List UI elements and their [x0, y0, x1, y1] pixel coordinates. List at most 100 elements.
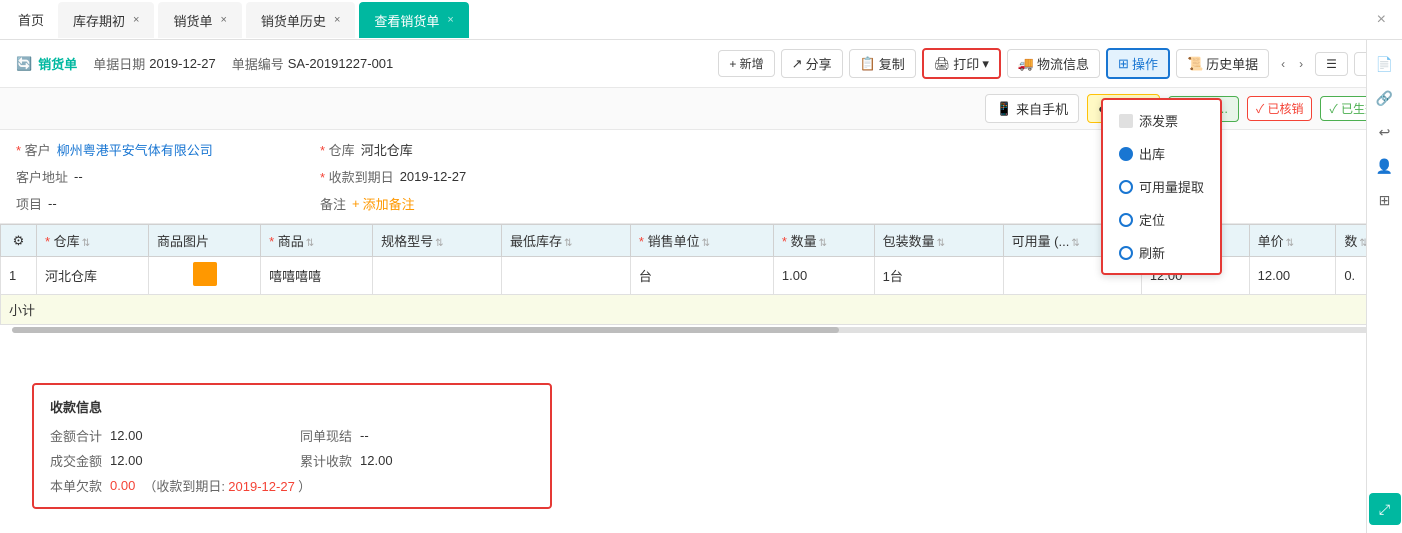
doc-header: 🔄 销货单 单据日期 2019-12-27 单据编号 SA-20191227-0… — [0, 40, 1402, 88]
outbound-icon — [1119, 147, 1133, 161]
th-product: 商品⇅ — [261, 225, 373, 257]
sidebar-expand-button[interactable]: ⤢ — [1369, 493, 1401, 525]
doc-icon: 🔄 — [16, 56, 32, 72]
logistics-button[interactable]: 🚚 物流信息 — [1007, 49, 1100, 78]
history-button[interactable]: 📜 历史单据 — [1176, 49, 1269, 78]
locate-icon — [1119, 213, 1133, 227]
sidebar-link-button[interactable]: 🔗 — [1369, 82, 1401, 114]
next-arrow[interactable]: › — [1293, 53, 1309, 75]
payment-same-order-row: 同单现结 -- — [300, 426, 534, 445]
from-phone-button[interactable]: 📱 来自手机 — [985, 94, 1079, 123]
share-icon: ↗ — [792, 56, 803, 72]
th-quantity: 数量⇅ — [773, 225, 874, 257]
customer-label: 客户 — [16, 140, 51, 159]
sidebar-return-button[interactable]: ↩ — [1369, 116, 1401, 148]
add-notes-button[interactable]: + 添加备注 — [352, 194, 415, 213]
subtotal-row: 小计 — [1, 295, 1402, 325]
window-close-button[interactable]: × — [1369, 7, 1394, 33]
th-warehouse: 仓库⇅ — [37, 225, 149, 257]
plus-icon: + — [352, 196, 360, 211]
cell-seq: 1 — [1, 257, 37, 295]
prev-arrow[interactable]: ‹ — [1275, 53, 1291, 75]
print-dropdown-icon: ▾ — [982, 56, 989, 72]
payment-cumulative-label: 累计收款 — [300, 451, 352, 470]
cell-spec — [373, 257, 502, 295]
print-label: 打印 — [953, 54, 979, 73]
customer-value[interactable]: 柳州粤港平安气体有限公司 — [57, 140, 213, 159]
subtotal-label: 小计 — [1, 295, 1402, 325]
dropdown-refresh[interactable]: 刷新 — [1103, 236, 1220, 269]
tab-view-sales-close[interactable]: × — [447, 14, 453, 26]
tab-inventory-init-close[interactable]: × — [133, 14, 139, 26]
project-value: -- — [48, 196, 57, 211]
share-button[interactable]: ↗ 分享 — [781, 49, 843, 78]
copy-icon: 📋 — [860, 56, 876, 72]
view-toggle-list[interactable]: ☰ — [1315, 52, 1348, 76]
outbound-label: 出库 — [1139, 144, 1165, 163]
toolbar: + 新增 ↗ 分享 📋 复制 🖨 打印 ▾ 🚚 物流信息 — [718, 48, 1386, 79]
sidebar-user-button[interactable]: 👤 — [1369, 150, 1401, 182]
tab-view-sales-label: 查看销货单 — [374, 11, 439, 30]
dropdown-add-invoice[interactable]: 添发票 — [1103, 104, 1220, 137]
th-spec: 规格型号⇅ — [373, 225, 502, 257]
tab-home[interactable]: 首页 — [8, 4, 54, 35]
payment-cumulative-row: 累计收款 12.00 — [300, 451, 534, 470]
tab-view-sales[interactable]: 查看销货单 × — [359, 2, 468, 38]
th-gear: ⚙ — [1, 225, 37, 257]
dropdown-outbound[interactable]: 出库 — [1103, 137, 1220, 170]
tab-sales-order-close[interactable]: × — [220, 14, 226, 26]
operations-button[interactable]: ⊞ 操作 — [1106, 48, 1170, 79]
cell-warehouse: 河北仓库 — [37, 257, 149, 295]
logistics-label: 物流信息 — [1037, 54, 1089, 73]
history-label: 历史单据 — [1206, 54, 1258, 73]
dropdown-locate[interactable]: 定位 — [1103, 203, 1220, 236]
tab-inventory-init[interactable]: 库存期初 × — [58, 2, 154, 38]
cell-image — [149, 257, 261, 295]
add-invoice-label: 添发票 — [1139, 111, 1178, 130]
project-label: 项目 — [16, 194, 42, 213]
tab-sales-order-label: 销货单 — [173, 11, 212, 30]
payment-total-value: 12.00 — [110, 428, 143, 443]
print-button[interactable]: 🖨 打印 ▾ — [922, 48, 1001, 79]
doc-date-value: 2019-12-27 — [149, 56, 216, 71]
due-date-value: 2019-12-27 — [400, 169, 467, 184]
payment-grid: 金额合计 12.00 同单现结 -- 成交金额 12.00 累计收款 12.00 — [50, 426, 534, 495]
phone-label: 来自手机 — [1016, 99, 1068, 118]
available-extract-label: 可用量提取 — [1139, 177, 1204, 196]
payment-due-note: （收款到期日: 2019-12-27 ） — [143, 476, 311, 495]
product-image-icon — [193, 262, 217, 286]
copy-button[interactable]: 📋 复制 — [849, 49, 916, 78]
tab-sales-order[interactable]: 销货单 × — [158, 2, 241, 38]
doc-title-text: 销货单 — [38, 54, 77, 73]
payment-transaction-value: 12.00 — [110, 453, 143, 468]
copy-label: 复制 — [879, 54, 905, 73]
operations-icon: ⊞ — [1118, 56, 1129, 72]
table-scrollbar[interactable] — [0, 325, 1402, 334]
cell-product: 嘻嘻嘻嘻 — [261, 257, 373, 295]
new-button[interactable]: + 新增 — [718, 50, 774, 77]
cell-quantity: 1.00 — [773, 257, 874, 295]
refresh-icon — [1119, 246, 1133, 260]
payment-title: 收款信息 — [50, 397, 534, 416]
nav-arrows: ‹ › — [1275, 53, 1309, 75]
payment-same-order-value: -- — [360, 428, 369, 443]
dropdown-available-extract[interactable]: 可用量提取 — [1103, 170, 1220, 203]
status-cancel-button[interactable]: ✓ 已核销 — [1247, 96, 1313, 121]
doc-number-value: SA-20191227-001 — [288, 56, 394, 71]
notes-field: 备注 + 添加备注 — [320, 194, 600, 213]
tab-sales-history[interactable]: 销货单历史 × — [246, 2, 355, 38]
sidebar-doc-button[interactable]: 📄 — [1369, 48, 1401, 80]
tab-sales-history-close[interactable]: × — [334, 14, 340, 26]
cell-unit: 台 — [630, 257, 773, 295]
th-min-stock: 最低库存⇅ — [502, 225, 631, 257]
payment-same-order-label: 同单现结 — [300, 426, 352, 445]
cell-min-stock — [502, 257, 631, 295]
phone-icon: 📱 — [996, 101, 1012, 117]
print-icon: 🖨 — [934, 56, 951, 72]
payment-total-label: 金额合计 — [50, 426, 102, 445]
doc-meta: 单据日期 2019-12-27 单据编号 SA-20191227-001 — [93, 54, 393, 73]
cell-unit-price: 12.00 — [1249, 257, 1336, 295]
notes-label: 备注 — [320, 194, 346, 213]
sidebar-grid-button[interactable]: ⊞ — [1369, 184, 1401, 216]
logistics-icon: 🚚 — [1018, 56, 1034, 72]
